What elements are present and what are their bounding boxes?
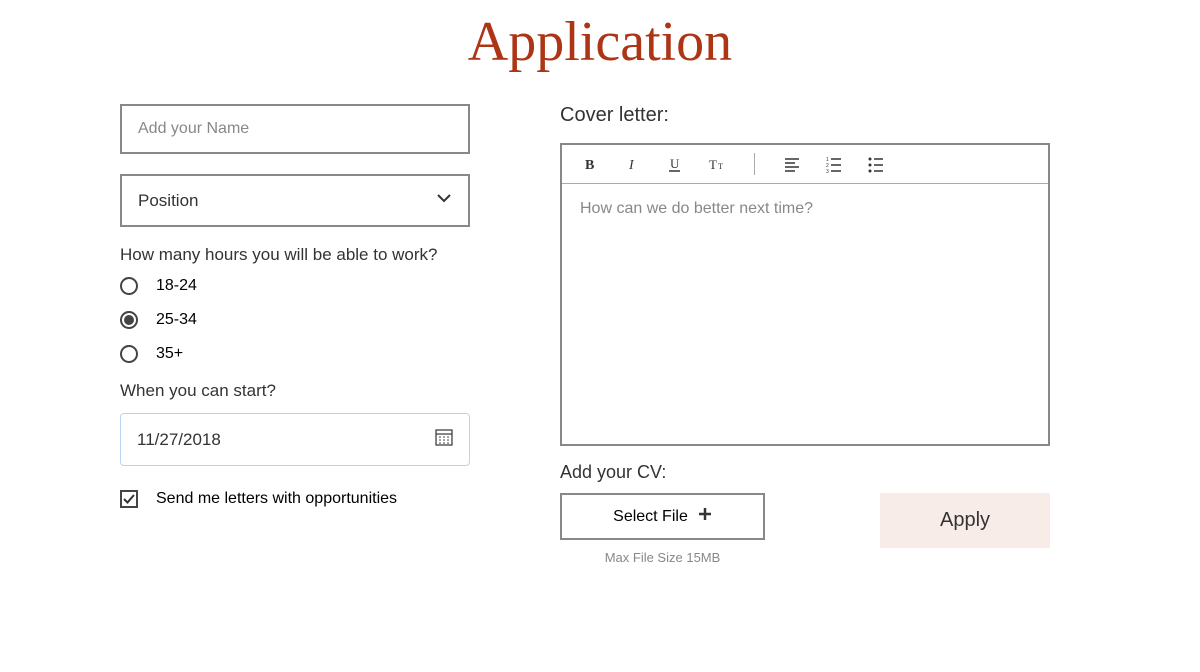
right-column: Cover letter: B I U TT 123 How can we do… <box>560 104 1050 565</box>
form: Position How many hours you will be able… <box>0 104 1200 565</box>
radio-icon <box>120 311 138 329</box>
date-value: 11/27/2018 <box>137 430 221 450</box>
plus-icon <box>698 507 712 526</box>
select-file-label: Select File <box>613 508 688 526</box>
chevron-down-icon <box>436 190 452 211</box>
calendar-icon <box>435 428 453 451</box>
cv-row: Select File Max File Size 15MB Apply <box>560 493 1050 565</box>
radio-35-plus[interactable]: 35+ <box>120 345 470 363</box>
svg-text:3: 3 <box>826 169 829 173</box>
cv-upload-group: Select File Max File Size 15MB <box>560 493 765 565</box>
svg-text:U: U <box>670 156 680 171</box>
radio-25-34[interactable]: 25-34 <box>120 311 470 329</box>
max-file-size: Max File Size 15MB <box>560 550 765 565</box>
cv-label: Add your CV: <box>560 462 1050 483</box>
italic-button[interactable]: I <box>624 155 642 173</box>
position-label: Position <box>138 191 198 211</box>
start-date-input[interactable]: 11/27/2018 <box>120 413 470 466</box>
text-size-button[interactable]: TT <box>708 155 726 173</box>
left-column: Position How many hours you will be able… <box>120 104 470 565</box>
cover-letter-editor: B I U TT 123 How can we do better next t… <box>560 143 1050 446</box>
radio-label: 25-34 <box>156 311 197 329</box>
start-question: When you can start? <box>120 381 470 401</box>
cover-letter-label: Cover letter: <box>560 104 1050 127</box>
svg-text:I: I <box>628 158 635 173</box>
ordered-list-button[interactable]: 123 <box>825 155 843 173</box>
toolbar-divider <box>754 153 755 175</box>
position-select[interactable]: Position <box>120 174 470 227</box>
svg-text:T: T <box>718 162 723 171</box>
radio-18-24[interactable]: 18-24 <box>120 277 470 295</box>
underline-button[interactable]: U <box>666 155 684 173</box>
radio-label: 35+ <box>156 345 183 363</box>
name-input[interactable] <box>120 104 470 154</box>
radio-label: 18-24 <box>156 277 197 295</box>
svg-text:B: B <box>585 158 594 173</box>
radio-icon <box>120 345 138 363</box>
page-title: Application <box>0 10 1200 74</box>
newsletter-checkbox[interactable]: Send me letters with opportunities <box>120 490 470 508</box>
editor-toolbar: B I U TT 123 <box>562 145 1048 184</box>
select-file-button[interactable]: Select File <box>560 493 765 540</box>
radio-icon <box>120 277 138 295</box>
bullet-list-button[interactable] <box>867 155 885 173</box>
apply-button[interactable]: Apply <box>880 493 1050 548</box>
checkbox-icon <box>120 490 138 508</box>
hours-question: How many hours you will be able to work? <box>120 245 470 265</box>
newsletter-label: Send me letters with opportunities <box>156 490 397 508</box>
align-left-button[interactable] <box>783 155 801 173</box>
bold-button[interactable]: B <box>582 155 600 173</box>
svg-text:T: T <box>709 157 717 172</box>
cover-letter-textarea[interactable]: How can we do better next time? <box>562 184 1048 444</box>
